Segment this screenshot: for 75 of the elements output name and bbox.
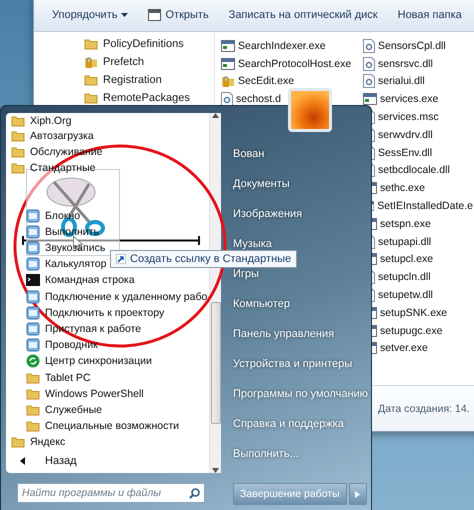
program-item[interactable]: Яндекс bbox=[6, 434, 209, 450]
arrow-right-icon bbox=[355, 490, 360, 498]
back-button[interactable]: Назад bbox=[6, 450, 209, 474]
program-item[interactable]: Проводник bbox=[6, 337, 209, 354]
program-icon bbox=[26, 306, 40, 320]
program-item[interactable]: Tablet PC bbox=[6, 369, 209, 386]
shortcut-arrow-icon bbox=[116, 254, 126, 264]
lock-icon bbox=[84, 55, 98, 69]
program-icon bbox=[26, 208, 40, 223]
toolbar-button[interactable]: Открыть bbox=[140, 6, 217, 24]
file-item[interactable]: SearchIndexer.exe bbox=[221, 37, 355, 55]
search-field[interactable]: Найти программы и файлы bbox=[17, 483, 205, 503]
toolbar-button[interactable]: Упорядочить bbox=[44, 6, 136, 24]
program-icon bbox=[26, 338, 40, 352]
toolbar-button[interactable]: Записать на оптический диск bbox=[220, 6, 386, 24]
program-item[interactable]: Стандартные bbox=[6, 160, 209, 176]
caret-icon bbox=[121, 13, 128, 17]
drag-tooltip: Создать ссылку в Стандартные bbox=[110, 250, 298, 268]
folder-icon bbox=[26, 386, 40, 401]
program-item[interactable]: Специальные возможности bbox=[6, 418, 209, 434]
console-icon bbox=[26, 274, 40, 286]
file-item[interactable]: SearchProtocolHost.exe bbox=[221, 54, 355, 73]
folder-icon bbox=[26, 370, 40, 385]
folder-item[interactable]: Registration bbox=[34, 71, 214, 89]
program-item[interactable]: Подключить к проектору bbox=[6, 304, 209, 321]
program-icon bbox=[26, 241, 40, 256]
folder-icon bbox=[84, 73, 98, 87]
file-item[interactable]: SensorsCpl.dll bbox=[363, 37, 473, 55]
program-icon bbox=[26, 257, 40, 272]
program-icon bbox=[26, 322, 40, 336]
folder-icon bbox=[26, 402, 40, 417]
program-item[interactable]: Блокно bbox=[6, 208, 209, 224]
program-item[interactable]: Автозагрузка bbox=[6, 128, 209, 144]
file-item[interactable]: sensrsvc.dll bbox=[363, 54, 473, 73]
program-item[interactable]: Xiph.Org bbox=[6, 113, 209, 129]
program-item[interactable]: Командная строка bbox=[6, 272, 209, 288]
open-icon bbox=[148, 9, 162, 21]
folder-icon bbox=[11, 114, 25, 128]
start-menu-link[interactable]: Компьютер bbox=[233, 289, 371, 319]
window-icon bbox=[363, 93, 377, 106]
toolbar-button[interactable]: Новая папка bbox=[390, 6, 470, 24]
program-item[interactable]: Windows PowerShell bbox=[6, 386, 209, 402]
window-icon bbox=[221, 40, 235, 52]
scrollbar[interactable] bbox=[209, 113, 221, 473]
file-item[interactable]: serialui.dll bbox=[363, 72, 473, 90]
start-menu-link[interactable]: Изображения bbox=[233, 199, 371, 229]
program-item[interactable]: Подключение к удаленному рабо bbox=[6, 288, 209, 305]
start-menu-link[interactable]: Документы bbox=[233, 169, 371, 199]
folder-icon bbox=[11, 129, 25, 144]
program-icon bbox=[26, 224, 40, 239]
program-item[interactable]: Служебные bbox=[6, 402, 209, 418]
shutdown-options-button[interactable] bbox=[348, 483, 367, 505]
window-icon bbox=[221, 58, 235, 70]
folder-icon bbox=[11, 435, 25, 449]
program-icon bbox=[26, 290, 40, 304]
folder-icon bbox=[26, 419, 40, 434]
folder-item[interactable]: PolicyDefinitions bbox=[34, 35, 214, 53]
start-menu-link[interactable]: Панель управления bbox=[233, 319, 371, 349]
file-item[interactable]: services.exe bbox=[363, 90, 473, 108]
folder-item[interactable]: RemotePackages bbox=[34, 89, 214, 107]
user-picture bbox=[288, 88, 332, 132]
created-date-text: Дата создания: 14. bbox=[378, 402, 470, 414]
search-icon bbox=[189, 488, 200, 498]
file-item[interactable]: SecEdit.exe bbox=[221, 72, 355, 90]
back-arrow-icon bbox=[20, 457, 25, 466]
folder-icon bbox=[84, 37, 98, 51]
folder-icon bbox=[11, 160, 25, 175]
folder-item[interactable]: Prefetch bbox=[34, 53, 214, 71]
program-item[interactable]: Центр синхронизации bbox=[6, 353, 209, 370]
folder-icon bbox=[11, 145, 25, 160]
scroll-up-icon bbox=[212, 113, 219, 118]
scroll-down-icon bbox=[212, 468, 219, 473]
start-menu-link[interactable]: Вован bbox=[233, 139, 371, 169]
lock-icon bbox=[221, 74, 235, 88]
sync-icon bbox=[26, 354, 40, 368]
